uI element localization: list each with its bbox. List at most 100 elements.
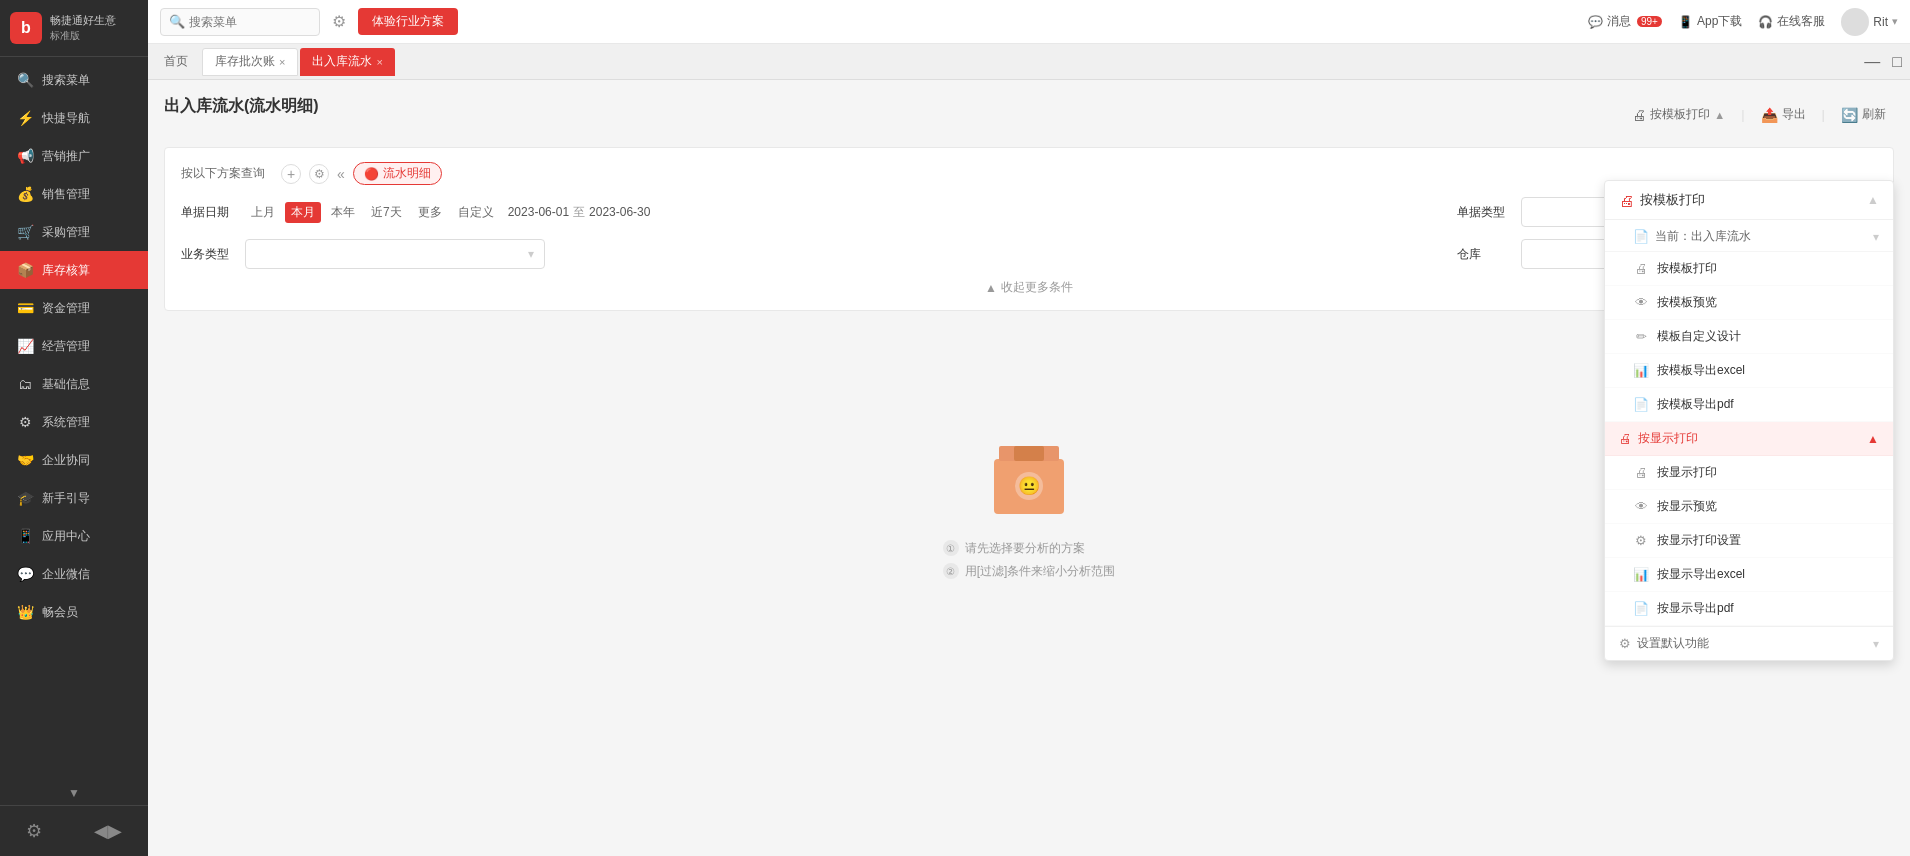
- message-btn[interactable]: 💬 消息 99+: [1588, 13, 1662, 30]
- sidebar-item-wechat[interactable]: 💬 企业微信: [0, 555, 148, 593]
- tabs-bar: 首页 库存批次账 × 出入库流水 × — □: [148, 44, 1910, 80]
- sidebar-item-guide[interactable]: 🎓 新手引导: [0, 479, 148, 517]
- sidebar-bottom: ⚙ ◀▶: [0, 805, 148, 856]
- filter-label: 按以下方案查询: [181, 165, 265, 182]
- item-label: 按显示导出pdf: [1657, 600, 1734, 617]
- item-label: 按模板打印: [1657, 260, 1717, 277]
- dropdown-display-section-header[interactable]: 🖨 按显示打印 ▲: [1605, 422, 1893, 456]
- nav-icon-app-center: 📱: [16, 527, 34, 545]
- date-range: 2023-06-01 至 2023-06-30: [508, 204, 651, 221]
- tab-stock-flow[interactable]: 出入库流水 ×: [300, 48, 394, 76]
- filter-collapse-toggle[interactable]: «: [337, 166, 345, 182]
- main-area: 🔍 ⚙ 体验行业方案 💬 消息 99+ 📱 App下载 🎧 在线客服 Rit ▾: [148, 0, 1910, 856]
- template-print-chevron[interactable]: ▲: [1714, 109, 1725, 121]
- dropdown-item-template-pdf[interactable]: 📄 按模板导出pdf: [1605, 388, 1893, 422]
- tab-minimize-btn[interactable]: —: [1860, 51, 1884, 73]
- dropdown-item-template-excel[interactable]: 📊 按模板导出excel: [1605, 354, 1893, 388]
- empty-state-illustration: 😐: [979, 424, 1079, 524]
- export-btn[interactable]: 📤 导出: [1753, 102, 1814, 127]
- sidebar-item-purchase[interactable]: 🛒 采购管理: [0, 213, 148, 251]
- sidebar-item-marketing[interactable]: 📢 营销推广: [0, 137, 148, 175]
- date-from[interactable]: 2023-06-01: [508, 205, 569, 219]
- search-box[interactable]: 🔍: [160, 8, 320, 36]
- dropdown-item-template-print[interactable]: 🖨 按模板打印: [1605, 252, 1893, 286]
- tab-home[interactable]: 首页: [152, 48, 200, 76]
- nav-icon-search: 🔍: [16, 71, 34, 89]
- tab-inventory-batch-label: 库存批次账: [215, 53, 275, 70]
- date-shortcut-last-month[interactable]: 上月: [245, 202, 281, 223]
- sidebar-item-finance[interactable]: 💳 资金管理: [0, 289, 148, 327]
- tab-maximize-btn[interactable]: □: [1888, 51, 1906, 73]
- trial-btn[interactable]: 体验行业方案: [358, 8, 458, 35]
- logo-text: 畅捷通好生意 标准版: [50, 13, 116, 42]
- sidebar-item-sales[interactable]: 💰 销售管理: [0, 175, 148, 213]
- dropdown-item-template-design[interactable]: ✏ 模板自定义设计: [1605, 320, 1893, 354]
- user-dropdown-chevron: ▾: [1892, 15, 1898, 28]
- date-shortcut-more[interactable]: 更多: [412, 202, 448, 223]
- sidebar-item-quick-nav[interactable]: ⚡ 快捷导航: [0, 99, 148, 137]
- headset-icon: 🎧: [1758, 15, 1773, 29]
- search-input[interactable]: [189, 15, 289, 29]
- app-logo: b 畅捷通好生意 标准版: [0, 0, 148, 57]
- sidebar-item-search[interactable]: 🔍 搜索菜单: [0, 61, 148, 99]
- nav-icon-operation: 📈: [16, 337, 34, 355]
- filter-tag-liushuimingxi[interactable]: 🔴 流水明细: [353, 162, 442, 185]
- date-shortcut-this-year[interactable]: 本年: [325, 202, 361, 223]
- dropdown-footer[interactable]: ⚙ 设置默认功能 ▾: [1605, 626, 1893, 660]
- nav-label-operation: 经营管理: [42, 338, 90, 355]
- display-section-icon: 🖨: [1619, 431, 1632, 446]
- nav-label-wechat: 企业微信: [42, 566, 90, 583]
- online-service-btn[interactable]: 🎧 在线客服: [1758, 13, 1825, 30]
- sidebar-item-cooperation[interactable]: 🤝 企业协同: [0, 441, 148, 479]
- sidebar-item-operation[interactable]: 📈 经营管理: [0, 327, 148, 365]
- item-excel-icon: 📊: [1633, 363, 1649, 379]
- current-doc-icon: 📄: [1633, 229, 1649, 244]
- sidebar-scroll-down[interactable]: ▼: [0, 781, 148, 805]
- sidebar-item-membership[interactable]: 👑 畅会员: [0, 593, 148, 631]
- date-shortcut-this-month[interactable]: 本月: [285, 202, 321, 223]
- date-field-label: 单据日期: [181, 204, 237, 221]
- template-print-btn[interactable]: 🖨 按模板打印 ▲: [1624, 102, 1733, 127]
- business-type-chevron: ▾: [528, 247, 534, 261]
- item-d-printer-icon: 🖨: [1633, 465, 1649, 481]
- dropdown-item-display-excel[interactable]: 📊 按显示导出excel: [1605, 558, 1893, 592]
- sidebar-collapse-btn[interactable]: ◀▶: [86, 816, 130, 846]
- dropdown-chevron-up[interactable]: ▲: [1867, 193, 1879, 207]
- item-d-settings-icon: ⚙: [1633, 533, 1649, 549]
- printer-icon: 🖨: [1632, 107, 1646, 123]
- sidebar-item-inventory[interactable]: 📦 库存核算: [0, 251, 148, 289]
- display-section-chevron[interactable]: ▲: [1867, 432, 1879, 446]
- date-to[interactable]: 2023-06-30: [589, 205, 650, 219]
- dropdown-item-display-settings[interactable]: ⚙ 按显示打印设置: [1605, 524, 1893, 558]
- nav-label-marketing: 营销推广: [42, 148, 90, 165]
- refresh-btn[interactable]: 🔄 刷新: [1833, 102, 1894, 127]
- item-design-icon: ✏: [1633, 329, 1649, 345]
- tab-inventory-batch[interactable]: 库存批次账 ×: [202, 48, 298, 76]
- dropdown-item-display-print[interactable]: 🖨 按显示打印: [1605, 456, 1893, 490]
- tab-stock-flow-close[interactable]: ×: [376, 56, 382, 68]
- dropdown-header: 🖨 按模板打印 ▲: [1605, 181, 1893, 220]
- sidebar-item-system[interactable]: ⚙ 系统管理: [0, 403, 148, 441]
- filter-setting-btn[interactable]: ⚙: [309, 164, 329, 184]
- sidebar-item-app-center[interactable]: 📱 应用中心: [0, 517, 148, 555]
- sidebar-item-basic[interactable]: 🗂 基础信息: [0, 365, 148, 403]
- business-type-select[interactable]: ▾: [245, 239, 545, 269]
- topbar-gear-icon[interactable]: ⚙: [332, 12, 346, 31]
- current-doc-chevron[interactable]: ▾: [1873, 230, 1879, 244]
- footer-chevron[interactable]: ▾: [1873, 637, 1879, 651]
- filter-tag-icon: 🔴: [364, 167, 379, 181]
- tab-inventory-batch-close[interactable]: ×: [279, 56, 285, 68]
- dropdown-sub-header: 📄 当前：出入库流水 ▾: [1605, 220, 1893, 252]
- dropdown-item-template-preview[interactable]: 👁 按模板预览: [1605, 286, 1893, 320]
- dropdown-item-display-preview[interactable]: 👁 按显示预览: [1605, 490, 1893, 524]
- date-shortcut-7days[interactable]: 近7天: [365, 202, 408, 223]
- sidebar-settings-btn[interactable]: ⚙: [18, 816, 50, 846]
- current-doc-label: 当前：出入库流水: [1655, 228, 1751, 245]
- app-download-btn[interactable]: 📱 App下载: [1678, 13, 1742, 30]
- user-menu[interactable]: Rit ▾: [1841, 8, 1898, 36]
- item-label: 按模板导出excel: [1657, 362, 1745, 379]
- date-shortcut-custom[interactable]: 自定义: [452, 202, 500, 223]
- filter-add-btn[interactable]: +: [281, 164, 301, 184]
- nav-label-app-center: 应用中心: [42, 528, 90, 545]
- dropdown-item-display-pdf[interactable]: 📄 按显示导出pdf: [1605, 592, 1893, 626]
